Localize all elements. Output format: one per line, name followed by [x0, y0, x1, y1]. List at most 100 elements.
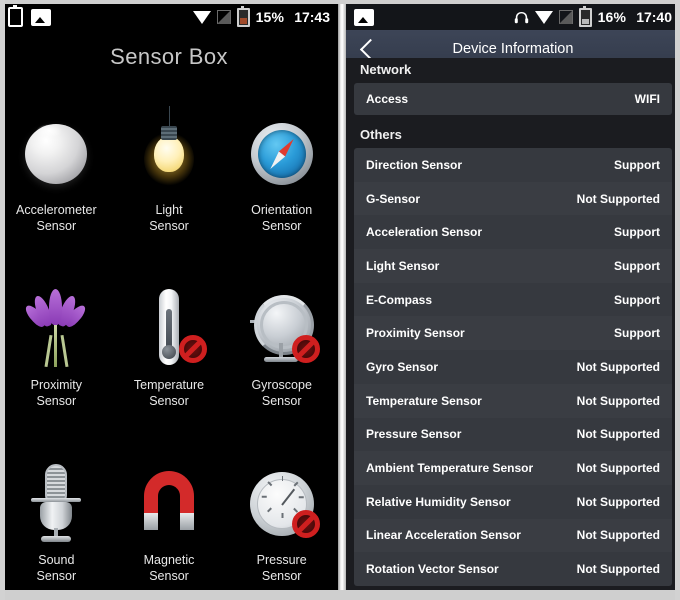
- frame-left: [0, 0, 5, 600]
- table-row[interactable]: Ambient Temperature Sensor Not Supported: [354, 451, 672, 485]
- signal-icon: [558, 10, 573, 24]
- row-value: Support: [614, 326, 660, 341]
- sensor-tile-orientation[interactable]: Orientation Sensor: [225, 108, 338, 283]
- row-value: WIFI: [634, 92, 660, 106]
- row-value: Not Supported: [576, 359, 660, 374]
- lightbulb-icon: [123, 106, 215, 200]
- clock: 17:40: [636, 9, 672, 25]
- not-supported-badge-icon: [179, 335, 207, 363]
- sensor-row: Proximity Sensor Temperature Sensor Gyro…: [0, 283, 338, 458]
- sensor-tile-gyroscope[interactable]: Gyroscope Sensor: [225, 283, 338, 458]
- sphere-icon: [10, 108, 102, 200]
- sensor-label-line1: Sound: [38, 553, 75, 567]
- frame-bottom: [0, 590, 680, 600]
- sensor-label-line2: Sensor: [261, 394, 302, 408]
- row-value: Not Supported: [576, 562, 660, 577]
- row-label: Proximity Sensor: [366, 326, 465, 341]
- sensor-label-line2: Sensor: [261, 569, 302, 583]
- frame-right: [675, 0, 680, 600]
- sensor-tile-accelerometer[interactable]: Accelerometer Sensor: [0, 108, 113, 283]
- sensor-tile-pressure[interactable]: Pressure Sensor: [225, 458, 338, 600]
- table-row[interactable]: Gyro Sensor Not Supported: [354, 350, 672, 384]
- sensor-label-line1: Pressure: [256, 553, 307, 567]
- table-row[interactable]: Pressure Sensor Not Supported: [354, 418, 672, 452]
- magnet-icon: [123, 458, 215, 550]
- row-value: Support: [614, 225, 660, 240]
- row-value: Not Supported: [576, 494, 660, 509]
- left-status-right: 15% 17:43: [192, 5, 330, 27]
- row-label: Access: [366, 92, 409, 106]
- sensor-tile-magnetic[interactable]: Magnetic Sensor: [113, 458, 226, 600]
- others-card: Direction Sensor Support G-Sensor Not Su…: [354, 148, 672, 586]
- sensor-label-line2: Sensor: [149, 219, 189, 233]
- sensor-tile-sound[interactable]: Sound Sensor: [0, 458, 113, 600]
- table-row[interactable]: G-Sensor Not Supported: [354, 181, 672, 216]
- table-row[interactable]: Proximity Sensor Support: [354, 316, 672, 351]
- row-value: Support: [614, 292, 660, 307]
- sensor-grid: Accelerometer Sensor Light Sensor Orient…: [0, 106, 338, 600]
- row-label: Direction Sensor: [366, 157, 463, 172]
- row-label: Linear Acceleration Sensor: [366, 528, 521, 543]
- frame-top: [0, 0, 680, 4]
- sensor-label-line1: Light: [155, 203, 183, 217]
- image-icon: [31, 8, 51, 26]
- sensor-label-line1: Temperature: [133, 378, 205, 392]
- settings-list[interactable]: Network Access WIFI Others Direction Sen…: [346, 58, 680, 590]
- network-card: Access WIFI: [354, 83, 672, 115]
- sensor-label-line1: Magnetic: [143, 553, 195, 567]
- section-header-network: Network: [360, 62, 412, 77]
- section-header-others: Others: [360, 127, 402, 142]
- not-supported-badge-icon: [291, 510, 320, 538]
- sensor-label-line1: Accelerometer: [16, 203, 97, 217]
- gyroscope-icon: [236, 283, 328, 375]
- table-row[interactable]: Acceleration Sensor Support: [354, 215, 672, 249]
- table-row[interactable]: Direction Sensor Support: [354, 148, 672, 182]
- left-status-icons: [8, 5, 51, 27]
- screenshot-root: 15% 17:43 Sensor Box Accelerometer Senso…: [0, 0, 680, 600]
- page-title: Device Information: [452, 41, 574, 57]
- right-status-bar: 16% 17:40: [346, 4, 680, 30]
- row-value: Not Supported: [576, 393, 660, 408]
- battery-icon: [578, 5, 592, 27]
- sensor-tile-proximity[interactable]: Proximity Sensor: [0, 283, 113, 458]
- right-status-icons: [354, 8, 374, 26]
- row-label: Relative Humidity Sensor: [366, 494, 511, 509]
- row-value: Support: [614, 258, 660, 273]
- table-row[interactable]: E-Compass Support: [354, 283, 672, 317]
- row-value: Support: [614, 157, 660, 172]
- table-row[interactable]: Relative Humidity Sensor Not Supported: [354, 485, 672, 519]
- image-icon: [354, 8, 374, 26]
- row-label: Gyro Sensor: [366, 359, 439, 374]
- sensor-row: Sound Sensor Magnetic Sensor Pressure Se…: [0, 458, 338, 600]
- microphone-icon: [10, 458, 102, 550]
- sensor-label-line2: Sensor: [36, 219, 77, 233]
- thermometer-icon: [123, 283, 215, 375]
- table-row[interactable]: Access WIFI: [354, 83, 672, 115]
- not-supported-badge-icon: [291, 335, 320, 363]
- row-label: Temperature Sensor: [366, 393, 482, 408]
- table-row[interactable]: Linear Acceleration Sensor Not Supported: [354, 518, 672, 553]
- row-label: Rotation Vector Sensor: [366, 562, 499, 577]
- sensor-label-line2: Sensor: [261, 219, 302, 233]
- battery-percent: 15%: [255, 9, 285, 25]
- sensor-label-line2: Sensor: [36, 569, 77, 583]
- left-phone-screen: 15% 17:43 Sensor Box Accelerometer Senso…: [0, 0, 338, 600]
- table-row[interactable]: Temperature Sensor Not Supported: [354, 383, 672, 418]
- sensor-label-line2: Sensor: [149, 394, 189, 408]
- sensor-label-line1: Gyroscope: [251, 378, 312, 392]
- panel-divider: [338, 0, 346, 600]
- row-label: E-Compass: [366, 292, 433, 307]
- signal-icon: [216, 10, 231, 24]
- row-value: Not Supported: [576, 427, 660, 442]
- sensor-tile-temperature[interactable]: Temperature Sensor: [113, 283, 226, 458]
- battery-alert-icon: [8, 5, 23, 27]
- row-value: Not Supported: [576, 528, 660, 543]
- battery-icon: [236, 5, 250, 27]
- battery-percent: 16%: [597, 9, 627, 25]
- sensor-label-line1: Proximity: [30, 378, 83, 392]
- table-row[interactable]: Light Sensor Support: [354, 249, 672, 283]
- row-value: Not Supported: [576, 461, 660, 476]
- sensor-tile-light[interactable]: Light Sensor: [113, 106, 226, 283]
- table-row[interactable]: Rotation Vector Sensor Not Supported: [354, 552, 672, 586]
- gauge-icon: [236, 458, 328, 550]
